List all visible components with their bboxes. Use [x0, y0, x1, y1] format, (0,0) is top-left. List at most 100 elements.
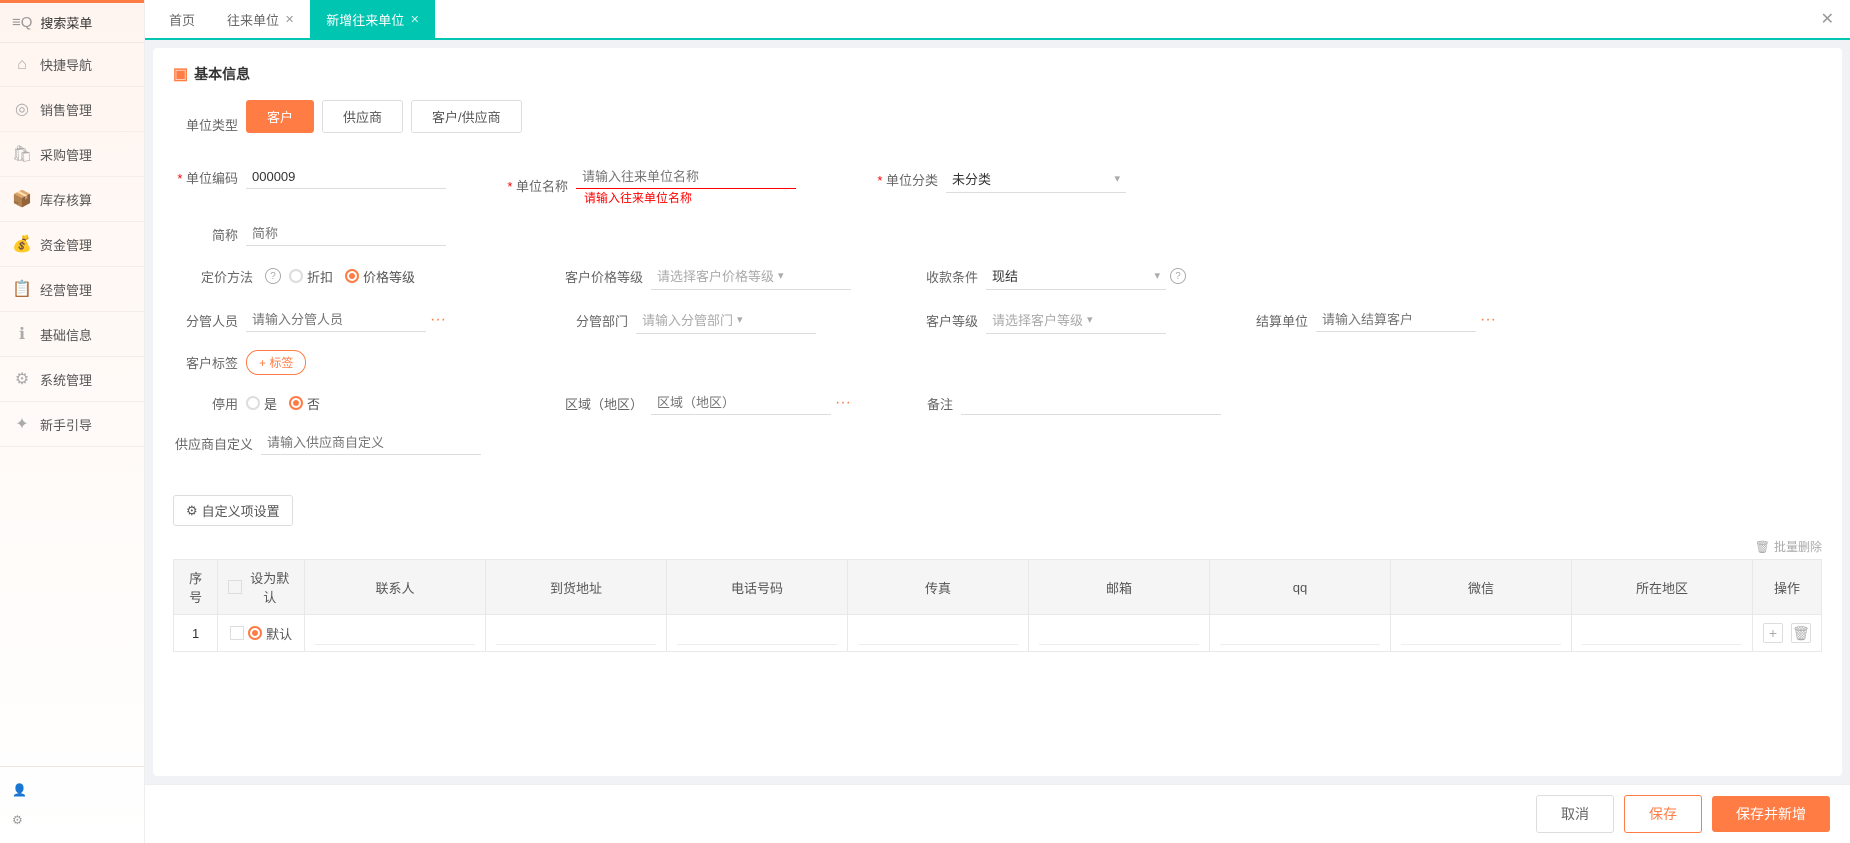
disabled-yes-label: 是 — [264, 394, 277, 413]
tab-bar: 首页 往来单位 ✕ 新增往来单位 ✕ ✕ — [145, 0, 1850, 40]
search-label: 搜索菜单 — [40, 13, 92, 32]
row-delete-btn[interactable]: 🗑 — [1791, 623, 1811, 643]
row-contact-input[interactable] — [315, 621, 475, 645]
tab-partners-label: 往来单位 — [227, 10, 279, 29]
unit-type-buttons: 客户 供应商 客户/供应商 — [246, 100, 522, 133]
col-region: 所在地区 — [1571, 560, 1752, 615]
payment-terms-select[interactable]: 现结 ▾ — [986, 262, 1166, 290]
sidebar-item-inventory[interactable]: 📦 库存核算 — [0, 177, 144, 222]
region-label: 区域（地区） — [563, 394, 643, 413]
inventory-icon: 📦 — [12, 189, 32, 209]
tab-home[interactable]: 首页 — [153, 0, 211, 39]
form-section: ▣ 基本信息 单位类型 客户 供应商 客户/供应商 单位编码 — [153, 48, 1842, 487]
pricing-radio-price-level[interactable]: 价格等级 — [345, 267, 415, 286]
row-fax-input[interactable] — [858, 621, 1018, 645]
sidebar-item-label: 系统管理 — [40, 370, 92, 389]
select-all-checkbox[interactable] — [228, 580, 241, 594]
row-add-btn[interactable]: + — [1763, 623, 1783, 643]
row-region-input[interactable] — [1582, 621, 1742, 645]
sidebar-item-finance[interactable]: 💰 资金管理 — [0, 222, 144, 267]
type-btn-customer[interactable]: 客户 — [246, 100, 314, 133]
row-checkbox[interactable] — [230, 626, 244, 640]
disabled-yes-circle — [246, 396, 260, 410]
row-default-radio[interactable]: 默认 — [248, 624, 292, 643]
unit-name-label: 单位名称 — [503, 176, 568, 195]
sidebar-item-system[interactable]: ⚙ 系统管理 — [0, 357, 144, 402]
discount-label: 折扣 — [307, 267, 333, 286]
manager-row: 分管人员 ··· 分管部门 请输入分管部门 ▾ 客户等级 请选择客户等级 ▾ — [173, 306, 1822, 334]
region-input[interactable] — [651, 391, 831, 415]
pricing-help-icon[interactable]: ? — [265, 268, 281, 284]
search-menu-item[interactable]: ≡Q 搜索菜单 — [0, 3, 144, 43]
contact-table: 序号 设为默认 联系人 到货地址 电话号码 传真 邮箱 qq — [173, 559, 1822, 652]
settlement-dots-btn[interactable]: ··· — [1476, 311, 1500, 329]
discount-radio-circle — [289, 269, 303, 283]
type-btn-both[interactable]: 客户/供应商 — [411, 100, 522, 133]
pricing-radio-discount[interactable]: 折扣 — [289, 267, 333, 286]
tab-new-partner[interactable]: 新增往来单位 ✕ — [310, 0, 435, 39]
sidebar-bottom-item-2[interactable]: ⚙ — [0, 805, 144, 835]
tab-partners-close[interactable]: ✕ — [285, 13, 294, 26]
remarks-label: 备注 — [913, 394, 953, 413]
manager-input[interactable] — [246, 308, 426, 332]
row-actions-cell: + 🗑 — [1752, 615, 1821, 652]
tab-home-label: 首页 — [169, 10, 195, 29]
row-email-input[interactable] — [1039, 621, 1199, 645]
row-region — [1571, 615, 1752, 652]
section-icon: ▣ — [173, 64, 188, 84]
action-bar: 取消 保存 保存并新增 — [145, 784, 1850, 843]
remarks-input[interactable] — [961, 391, 1221, 415]
add-tag-button[interactable]: + 标签 — [246, 350, 306, 375]
tab-bar-close-all[interactable]: ✕ — [1813, 9, 1842, 29]
manager-label: 分管人员 — [173, 311, 238, 330]
payment-terms-help-icon[interactable]: ? — [1170, 268, 1186, 284]
dept-select[interactable]: 请输入分管部门 ▾ — [636, 306, 816, 334]
unit-category-label: 单位分类 — [873, 170, 938, 189]
unit-name-input[interactable] — [576, 165, 796, 189]
sidebar-item-basic-info[interactable]: ℹ 基础信息 — [0, 312, 144, 357]
manager-dots-btn[interactable]: ··· — [426, 311, 450, 329]
sidebar-item-operations[interactable]: 📋 经营管理 — [0, 267, 144, 312]
disabled-no[interactable]: 否 — [289, 394, 320, 413]
search-icon: ≡Q — [12, 14, 32, 31]
batch-delete-label[interactable]: 批量删除 — [1774, 538, 1822, 555]
row-wechat-input[interactable] — [1401, 621, 1561, 645]
custom-settings-button[interactable]: ⚙ 自定义项设置 — [173, 495, 293, 526]
customer-price-select[interactable]: 请选择客户价格等级 ▾ — [651, 262, 851, 290]
main-content: ▣ 基本信息 单位类型 客户 供应商 客户/供应商 单位编码 — [153, 48, 1842, 776]
disabled-yes[interactable]: 是 — [246, 394, 277, 413]
sidebar-item-label: 库存核算 — [40, 190, 92, 209]
type-btn-supplier[interactable]: 供应商 — [322, 100, 403, 133]
row-address-input[interactable] — [496, 621, 656, 645]
cancel-button[interactable]: 取消 — [1536, 795, 1614, 833]
save-new-button[interactable]: 保存并新增 — [1712, 796, 1830, 832]
settlement-field: 结算单位 ··· — [1243, 308, 1543, 332]
save-button[interactable]: 保存 — [1624, 795, 1702, 833]
row-qq-input[interactable] — [1220, 621, 1380, 645]
main-area: 首页 往来单位 ✕ 新增往来单位 ✕ ✕ ▣ 基本信息 单位类型 客户 — [145, 0, 1850, 843]
customer-level-chevron: ▾ — [1087, 313, 1093, 326]
supplier-custom-input[interactable] — [261, 431, 481, 455]
abbr-input[interactable] — [246, 222, 446, 246]
settlement-input[interactable] — [1316, 308, 1476, 332]
row-qq — [1209, 615, 1390, 652]
customer-level-select[interactable]: 请选择客户等级 ▾ — [986, 306, 1166, 334]
tab-new-partner-close[interactable]: ✕ — [410, 13, 419, 26]
sidebar-item-label: 销售管理 — [40, 100, 92, 119]
sidebar-item-newbie[interactable]: ✦ 新手引导 — [0, 402, 144, 447]
region-dots-btn[interactable]: ··· — [831, 394, 855, 412]
disabled-radio-group: 是 否 — [246, 394, 320, 413]
sidebar-bottom: 👤 ⚙ — [0, 766, 144, 843]
disabled-no-label: 否 — [307, 394, 320, 413]
sidebar-item-purchase[interactable]: 🛍 采购管理 — [0, 132, 144, 177]
sidebar-item-quicknav[interactable]: ⌂ 快捷导航 — [0, 43, 144, 87]
row-phone-input[interactable] — [677, 621, 837, 645]
dept-placeholder: 请输入分管部门 — [642, 310, 733, 329]
settlement-label: 结算单位 — [1243, 311, 1308, 330]
tab-partners[interactable]: 往来单位 ✕ — [211, 0, 310, 39]
sidebar-item-sales[interactable]: ◎ 销售管理 — [0, 87, 144, 132]
unit-code-input[interactable] — [246, 165, 446, 189]
sidebar-bottom-item-1[interactable]: 👤 — [0, 775, 144, 805]
unit-category-select[interactable]: 未分类 ▾ — [946, 165, 1126, 193]
row-wechat — [1390, 615, 1571, 652]
